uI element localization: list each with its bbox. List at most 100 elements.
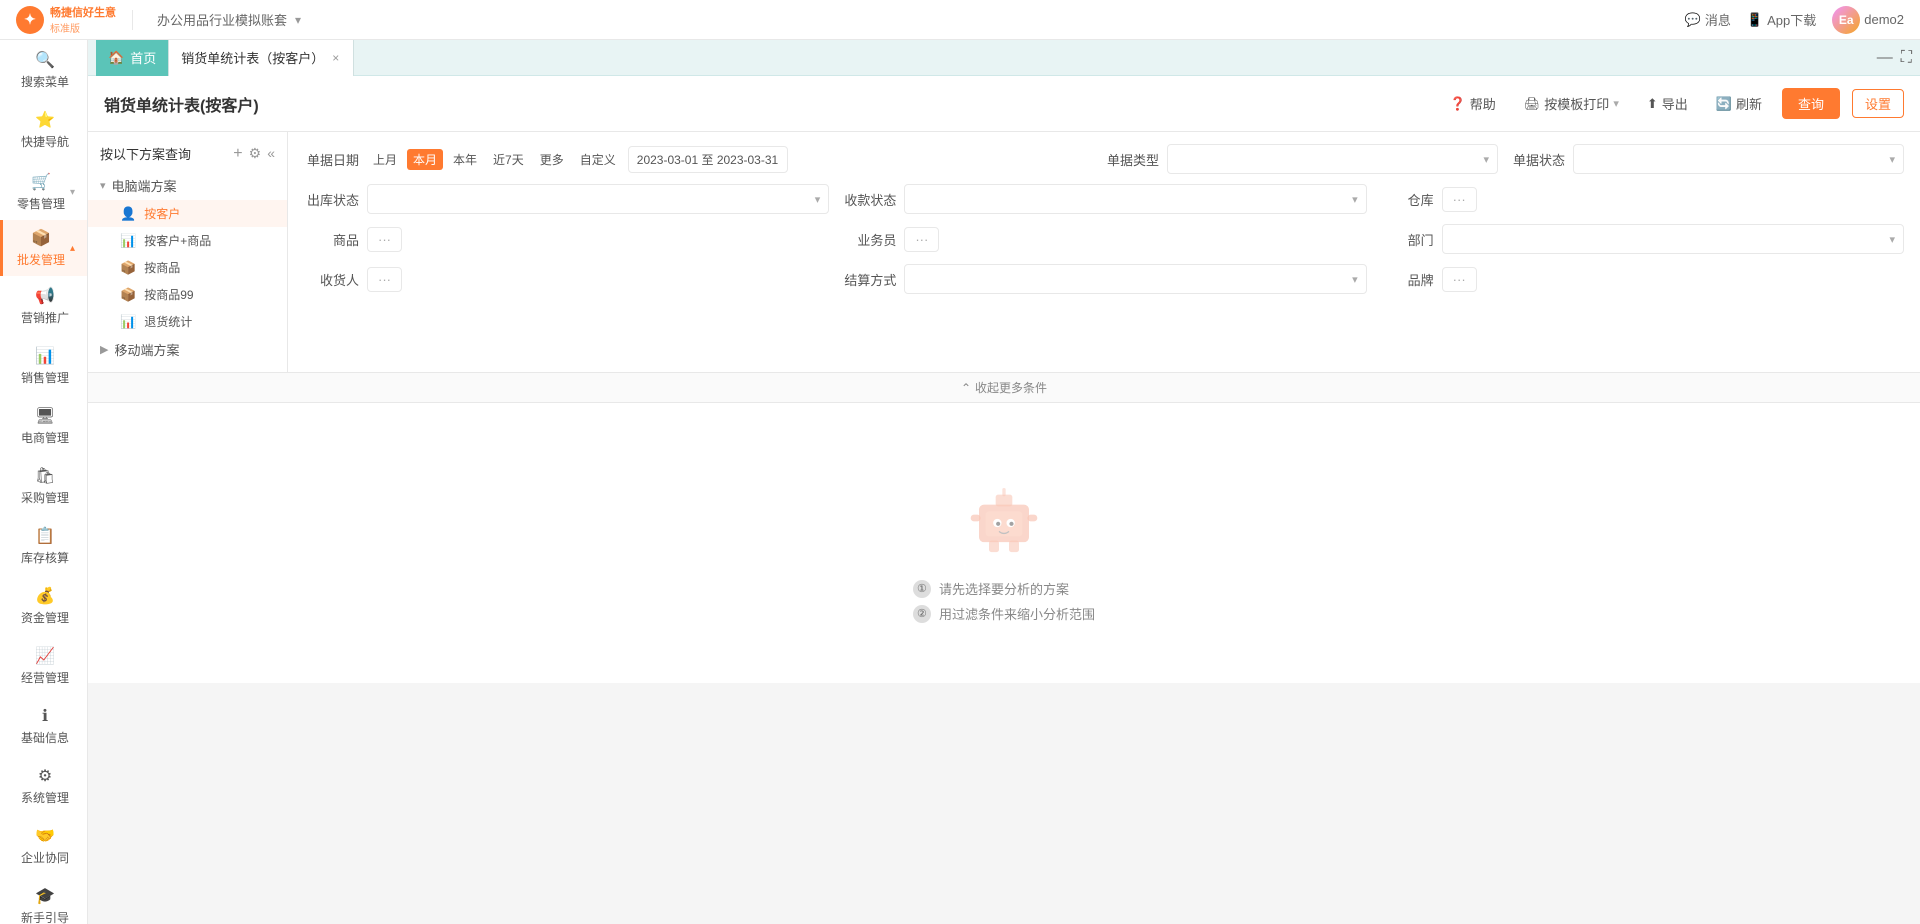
- settle-select[interactable]: ▾: [904, 264, 1366, 294]
- scheme-panel: 按以下方案查询 + ⚙ « ▾ 电脑端方案: [88, 132, 288, 372]
- date-tab-this-month[interactable]: 本月: [407, 149, 443, 170]
- sidebar-item-purchase[interactable]: 🛍 采购管理: [0, 456, 87, 516]
- add-scheme-btn[interactable]: +: [233, 145, 242, 163]
- date-range-value[interactable]: 2023-03-01 至 2023-03-31: [628, 146, 788, 173]
- order-type-chevron: ▾: [1483, 153, 1489, 166]
- scheme-item-goods[interactable]: 📦 按商品: [88, 254, 287, 281]
- filter-form: 单据日期 上月 本月 本年 近7天 更多 自定义 20: [288, 132, 1920, 372]
- logo-area[interactable]: ✦ 畅捷信好生意 标准版: [16, 4, 116, 35]
- out-status-select[interactable]: ▾: [367, 184, 829, 214]
- payment-status-select[interactable]: ▾: [904, 184, 1366, 214]
- warehouse-dots[interactable]: ···: [1442, 187, 1477, 212]
- print-btn[interactable]: 🖨 按模板打印 ▾: [1516, 90, 1627, 117]
- user-area[interactable]: Ea demo2: [1832, 6, 1904, 34]
- message-btn[interactable]: 💬 消息: [1685, 10, 1731, 29]
- query-btn[interactable]: 查询: [1782, 88, 1840, 119]
- filter-panel: 按以下方案查询 + ⚙ « ▾ 电脑端方案: [88, 132, 1920, 373]
- sidebar-item-finance[interactable]: 💰 资金管理: [0, 576, 87, 636]
- salesman-dots[interactable]: ···: [904, 227, 939, 252]
- sidebar-item-nav[interactable]: ⭐ 快捷导航: [0, 100, 87, 160]
- recipient-dots[interactable]: ···: [367, 267, 402, 292]
- marketing-icon: 📢: [35, 286, 55, 306]
- content-area: 🏠 首页 销货单统计表（按客户） × — ⛶ 销货单统计表(按客户) ❓ 帮助: [88, 40, 1920, 924]
- settle-chevron: ▾: [1352, 273, 1358, 286]
- scheme-desktop-group: ▾ 电脑端方案 👤 按客户 📊 按客户+商品 📦: [88, 171, 287, 335]
- customer-goods-icon: 📊: [120, 233, 136, 249]
- inventory-icon: 📋: [35, 526, 55, 546]
- date-tab-custom[interactable]: 自定义: [574, 149, 622, 170]
- maximize-btn[interactable]: ⛶: [1901, 49, 1912, 67]
- goods-dots[interactable]: ···: [367, 227, 402, 252]
- date-tab-more[interactable]: 更多: [534, 149, 570, 170]
- refresh-btn[interactable]: 🔄 刷新: [1708, 90, 1770, 117]
- collapse-icon: ⌃: [961, 381, 971, 395]
- export-btn[interactable]: ⬆ 导出: [1639, 90, 1696, 117]
- sales-icon: 📊: [35, 346, 55, 366]
- sidebar-item-system[interactable]: ⚙ 系统管理: [0, 756, 87, 816]
- page-content: 销货单统计表(按客户) ❓ 帮助 🖨 按模板打印 ▾ ⬆ 导出: [88, 76, 1920, 924]
- guide-icon: 🎓: [35, 886, 55, 906]
- empty-tip-2: ② 用过滤条件来缩小分析范围: [913, 604, 1095, 623]
- header-right: 💬 消息 📱 App下载 Ea demo2: [1685, 6, 1904, 34]
- search-icon: 🔍: [35, 50, 55, 70]
- date-tab-last-month[interactable]: 上月: [367, 149, 403, 170]
- filter-date: 单据日期 上月 本月 本年 近7天 更多 自定义 20: [304, 146, 1092, 173]
- home-icon: 🏠: [108, 50, 124, 66]
- filter-row-4: 收货人 ··· 结算方式 ▾ 品牌 ···: [304, 264, 1904, 294]
- sidebar-item-marketing[interactable]: 📢 营销推广: [0, 276, 87, 336]
- payment-status-chevron: ▾: [1352, 193, 1358, 206]
- filter-row-3: 商品 ··· 业务员 ··· 部门 ▾: [304, 224, 1904, 254]
- sidebar-item-ecommerce[interactable]: 🖥 电商管理: [0, 396, 87, 456]
- tip-num-1: ①: [913, 580, 931, 598]
- refresh-icon: 🔄: [1716, 96, 1732, 112]
- ecommerce-icon: 🖥: [35, 406, 55, 426]
- date-tab-this-year[interactable]: 本年: [447, 149, 483, 170]
- date-tab-7days[interactable]: 近7天: [487, 149, 530, 170]
- info-icon: ℹ: [42, 706, 48, 726]
- tab-home[interactable]: 🏠 首页: [96, 40, 169, 76]
- minimize-btn[interactable]: —: [1877, 49, 1893, 67]
- tab-close-btn[interactable]: ×: [330, 49, 341, 67]
- star-icon: ⭐: [35, 110, 55, 130]
- filter-order-status: 单据状态 ▾: [1510, 144, 1904, 174]
- chevron-down-icon: ▾: [70, 187, 75, 198]
- operations-icon: 📈: [35, 646, 55, 666]
- sidebar-item-guide[interactable]: 🎓 新手引导: [0, 876, 87, 924]
- sidebar-item-wholesale[interactable]: 📦 批发管理 ▴: [0, 220, 87, 276]
- tab-sales-stats[interactable]: 销货单统计表（按客户） ×: [169, 40, 354, 76]
- expand-icon: ▾: [100, 179, 106, 192]
- dept-select[interactable]: ▾: [1442, 224, 1904, 254]
- empty-state: ① 请先选择要分析的方案 ② 用过滤条件来缩小分析范围: [88, 403, 1920, 683]
- collapse-scheme-btn[interactable]: «: [267, 145, 275, 163]
- sidebar-item-sales[interactable]: 📊 销售管理: [0, 336, 87, 396]
- scheme-item-return[interactable]: 📊 退货统计: [88, 308, 287, 335]
- order-status-select[interactable]: ▾: [1573, 144, 1904, 174]
- help-btn[interactable]: ❓ 帮助: [1442, 90, 1504, 117]
- sidebar-item-search[interactable]: 🔍 搜索菜单: [0, 40, 87, 100]
- edit-scheme-btn[interactable]: ⚙: [249, 145, 262, 163]
- scheme-mobile-group[interactable]: ▶ 移动端方案: [88, 335, 287, 364]
- scheme-item-customer[interactable]: 👤 按客户: [88, 200, 287, 227]
- collapse-bar[interactable]: ⌃ 收起更多条件: [88, 373, 1920, 403]
- filter-settle: 结算方式 ▾: [841, 264, 1366, 294]
- scheme-item-customer-goods[interactable]: 📊 按客户+商品: [88, 227, 287, 254]
- settings-btn[interactable]: 设置: [1852, 89, 1904, 118]
- scheme-item-goods99[interactable]: 📦 按商品99: [88, 281, 287, 308]
- top-header: ✦ 畅捷信好生意 标准版 办公用品行业模拟账套 ▾ 💬 消息 📱 App下载 E…: [0, 0, 1920, 40]
- sidebar-item-operations[interactable]: 📈 经营管理: [0, 636, 87, 696]
- filter-recipient: 收货人 ···: [304, 267, 829, 292]
- sidebar-item-retail[interactable]: 🛒 零售管理 ▾: [0, 164, 87, 220]
- order-type-select[interactable]: ▾: [1167, 144, 1498, 174]
- sidebar-item-inventory[interactable]: 📋 库存核算: [0, 516, 87, 576]
- app-download-btn[interactable]: 📱 App下载: [1747, 10, 1816, 29]
- page-actions: ❓ 帮助 🖨 按模板打印 ▾ ⬆ 导出 🔄 刷新: [1442, 88, 1904, 119]
- help-icon: ❓: [1450, 96, 1466, 112]
- print-dropdown-icon: ▾: [1613, 97, 1619, 110]
- logo-text: 畅捷信好生意 标准版: [50, 4, 116, 35]
- scheme-desktop-header[interactable]: ▾ 电脑端方案: [88, 171, 287, 200]
- sidebar-item-basic[interactable]: ℹ 基础信息: [0, 696, 87, 756]
- system-dropdown[interactable]: ▾: [295, 13, 301, 27]
- filter-out-status: 出库状态 ▾: [304, 184, 829, 214]
- brand-dots[interactable]: ···: [1442, 267, 1477, 292]
- sidebar-item-collab[interactable]: 🤝 企业协同: [0, 816, 87, 876]
